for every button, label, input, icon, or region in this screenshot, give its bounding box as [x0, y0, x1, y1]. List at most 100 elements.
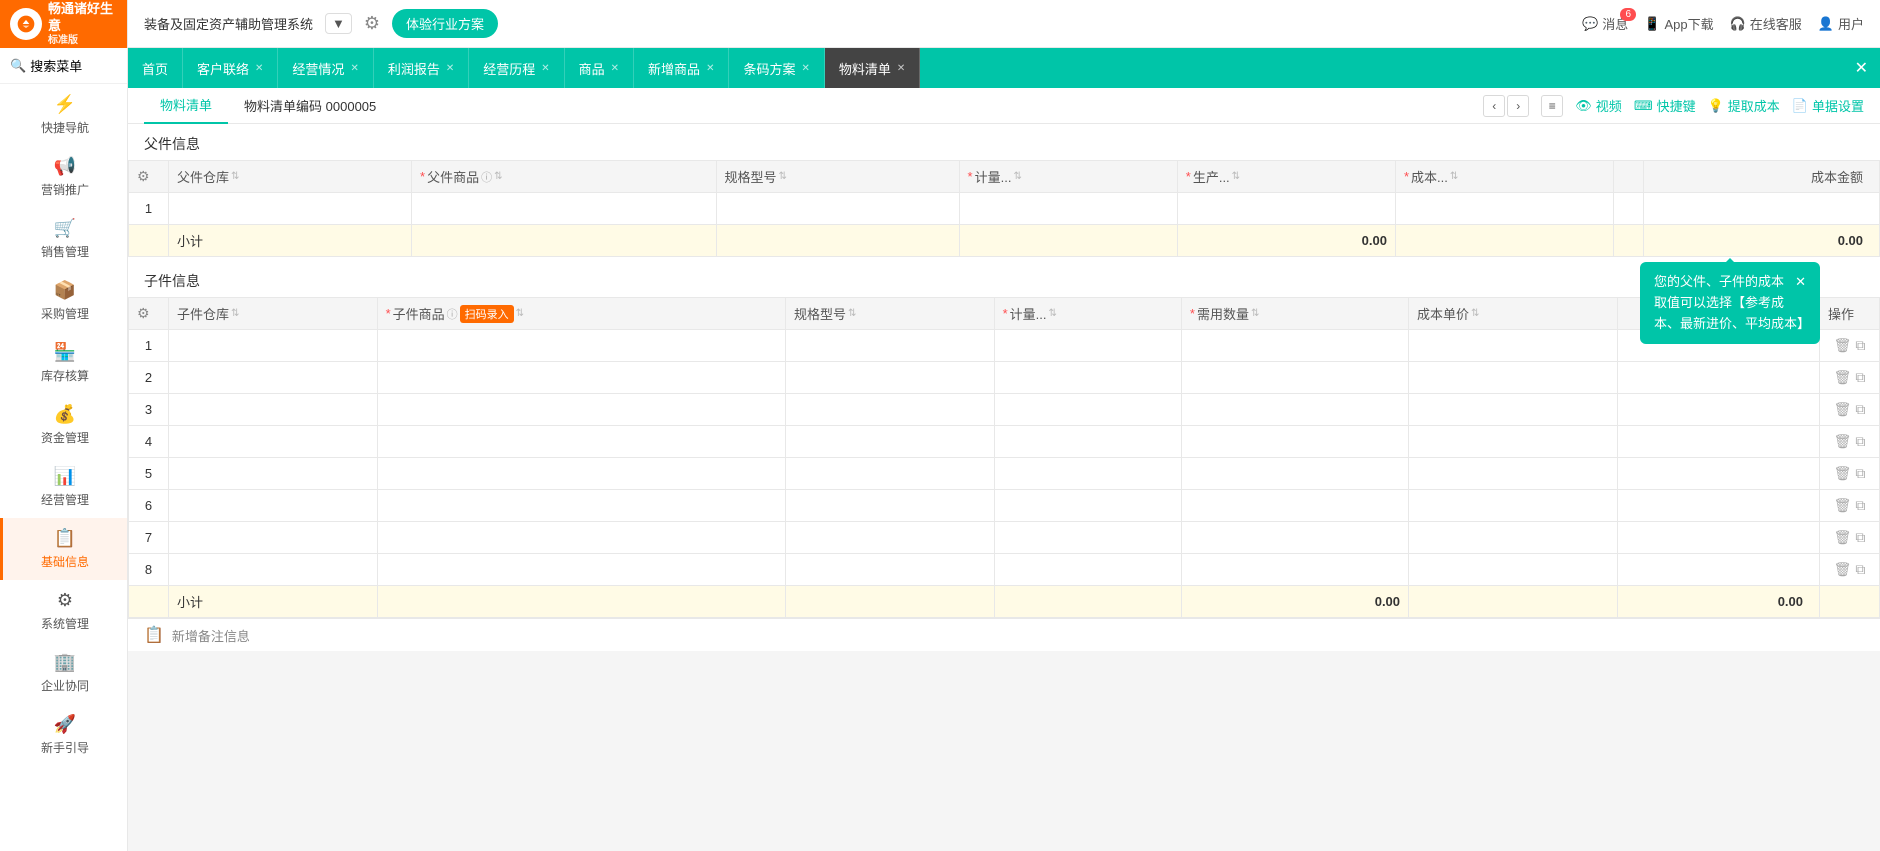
child-row-1-warehouse[interactable] — [169, 330, 378, 362]
child-row-3-quantity[interactable] — [1181, 394, 1408, 426]
tab-home[interactable]: 首页 — [128, 48, 183, 88]
sidebar-item-enterprise[interactable]: 🏢 企业协同 — [0, 642, 127, 704]
child-row-1-unit[interactable] — [994, 330, 1181, 362]
prev-button[interactable]: ‹ — [1483, 95, 1505, 117]
child-row-5-unit[interactable] — [994, 458, 1181, 490]
copy-icon-row-6[interactable]: ⧉ — [1855, 497, 1865, 514]
child-row-4-goods[interactable] — [377, 426, 785, 458]
tab-operations-status[interactable]: 经营情况 ✕ — [278, 48, 373, 88]
delete-icon-row-5[interactable]: 🗑 — [1834, 465, 1852, 482]
child-row-3-spec[interactable] — [786, 394, 995, 426]
tab-profit-close[interactable]: ✕ — [446, 63, 454, 74]
child-row-7-spec[interactable] — [786, 522, 995, 554]
child-row-7-unit-cost[interactable] — [1409, 522, 1618, 554]
child-row-1-goods[interactable] — [377, 330, 785, 362]
child-row-3-warehouse[interactable] — [169, 394, 378, 426]
tab-profit-report[interactable]: 利润报告 ✕ — [374, 48, 469, 88]
sidebar-item-purchase[interactable]: 📦 采购管理 — [0, 270, 127, 332]
child-row-5-quantity[interactable] — [1181, 458, 1408, 490]
action-shortcut[interactable]: ⌨ 快捷键 — [1634, 96, 1696, 115]
tab-customer[interactable]: 客户联络 ✕ — [183, 48, 278, 88]
message-button[interactable]: 💬 消息 6 — [1582, 14, 1628, 33]
child-row-1-unit-cost[interactable] — [1409, 330, 1618, 362]
child-row-4-unit[interactable] — [994, 426, 1181, 458]
parent-row-1-production[interactable] — [1177, 193, 1395, 225]
tab-add-goods-close[interactable]: ✕ — [706, 63, 714, 74]
tab-add-goods[interactable]: 新增商品 ✕ — [634, 48, 729, 88]
action-view[interactable]: 👁 视频 — [1575, 96, 1622, 115]
copy-icon-row-3[interactable]: ⧉ — [1855, 401, 1865, 418]
child-row-7-unit[interactable] — [994, 522, 1181, 554]
parent-row-1-spec[interactable] — [716, 193, 959, 225]
delete-icon-row-1[interactable]: 🗑 — [1834, 337, 1852, 354]
child-row-8-unit[interactable] — [994, 554, 1181, 586]
copy-icon-row-7[interactable]: ⧉ — [1855, 529, 1865, 546]
child-row-6-unit[interactable] — [994, 490, 1181, 522]
sub-tab-bom[interactable]: 物料清单 — [144, 88, 228, 124]
child-row-8-quantity[interactable] — [1181, 554, 1408, 586]
next-button[interactable]: › — [1507, 95, 1529, 117]
child-row-6-warehouse[interactable] — [169, 490, 378, 522]
child-row-2-unit-cost[interactable] — [1409, 362, 1618, 394]
sidebar-item-guide[interactable]: 🚀 新手引导 — [0, 704, 127, 766]
child-row-1-spec[interactable] — [786, 330, 995, 362]
app-download-button[interactable]: 📱 App下载 — [1644, 14, 1713, 33]
child-row-3-unit[interactable] — [994, 394, 1181, 426]
online-service-button[interactable]: 🎧 在线客服 — [1730, 14, 1802, 33]
sidebar-item-quick-nav[interactable]: ⚡ 快捷导航 — [0, 84, 127, 146]
trial-button[interactable]: 体验行业方案 — [392, 9, 498, 38]
child-row-8-unit-cost[interactable] — [1409, 554, 1618, 586]
delete-icon-row-7[interactable]: 🗑 — [1834, 529, 1852, 546]
tab-ops-close[interactable]: ✕ — [350, 63, 358, 74]
child-row-4-spec[interactable] — [786, 426, 995, 458]
child-row-3-goods[interactable] — [377, 394, 785, 426]
view-toggle-button[interactable]: ≡ — [1541, 95, 1563, 117]
child-row-8-goods[interactable] — [377, 554, 785, 586]
child-row-6-goods[interactable] — [377, 490, 785, 522]
delete-icon-row-2[interactable]: 🗑 — [1834, 369, 1852, 386]
child-row-8-spec[interactable] — [786, 554, 995, 586]
child-row-5-spec[interactable] — [786, 458, 995, 490]
settings-button[interactable]: ⚙ — [364, 13, 380, 34]
child-row-2-unit[interactable] — [994, 362, 1181, 394]
tab-ops-history[interactable]: 经营历程 ✕ — [469, 48, 564, 88]
copy-icon-row-2[interactable]: ⧉ — [1855, 369, 1865, 386]
parent-row-1-unit[interactable] — [959, 193, 1177, 225]
child-row-5-goods[interactable] — [377, 458, 785, 490]
tab-barcode[interactable]: 条码方案 ✕ — [729, 48, 824, 88]
delete-icon-row-3[interactable]: 🗑 — [1834, 401, 1852, 418]
sidebar-item-inventory[interactable]: 🏪 库存核算 — [0, 332, 127, 394]
child-row-2-spec[interactable] — [786, 362, 995, 394]
child-row-2-warehouse[interactable] — [169, 362, 378, 394]
child-row-7-warehouse[interactable] — [169, 522, 378, 554]
tabbar-close-all[interactable]: ✕ — [1843, 48, 1880, 88]
child-row-6-quantity[interactable] — [1181, 490, 1408, 522]
child-row-3-unit-cost[interactable] — [1409, 394, 1618, 426]
child-row-1-quantity[interactable] — [1181, 330, 1408, 362]
sidebar-search[interactable]: 🔍 搜索菜单 — [0, 48, 127, 84]
copy-icon-row-1[interactable]: ⧉ — [1855, 337, 1865, 354]
child-row-5-warehouse[interactable] — [169, 458, 378, 490]
tab-bom[interactable]: 物料清单 ✕ — [825, 48, 920, 88]
sidebar-item-finance[interactable]: 💰 资金管理 — [0, 394, 127, 456]
sidebar-item-operations[interactable]: 📊 经营管理 — [0, 456, 127, 518]
parent-row-1-goods[interactable] — [412, 193, 716, 225]
tab-customer-close[interactable]: ✕ — [255, 63, 263, 74]
tooltip-close[interactable]: ✕ — [1795, 272, 1806, 293]
child-row-8-warehouse[interactable] — [169, 554, 378, 586]
sidebar-item-basic-info[interactable]: 📋 基础信息 — [0, 518, 127, 580]
system-select[interactable]: ▼ — [325, 13, 352, 34]
copy-icon-row-4[interactable]: ⧉ — [1855, 433, 1865, 450]
child-row-7-goods[interactable] — [377, 522, 785, 554]
delete-icon-row-8[interactable]: 🗑 — [1834, 561, 1852, 578]
copy-icon-row-8[interactable]: ⧉ — [1855, 561, 1865, 578]
user-avatar[interactable]: 👤 用户 — [1818, 14, 1864, 33]
tab-goods-close[interactable]: ✕ — [611, 63, 619, 74]
child-row-2-goods[interactable] — [377, 362, 785, 394]
child-row-5-unit-cost[interactable] — [1409, 458, 1618, 490]
child-col-settings-icon[interactable]: ⚙ — [137, 305, 150, 321]
child-row-4-quantity[interactable] — [1181, 426, 1408, 458]
bottom-hint[interactable]: 📋 新增备注信息 — [128, 618, 1880, 651]
sidebar-item-marketing[interactable]: 📢 营销推广 — [0, 146, 127, 208]
parent-row-1-warehouse[interactable] — [169, 193, 412, 225]
